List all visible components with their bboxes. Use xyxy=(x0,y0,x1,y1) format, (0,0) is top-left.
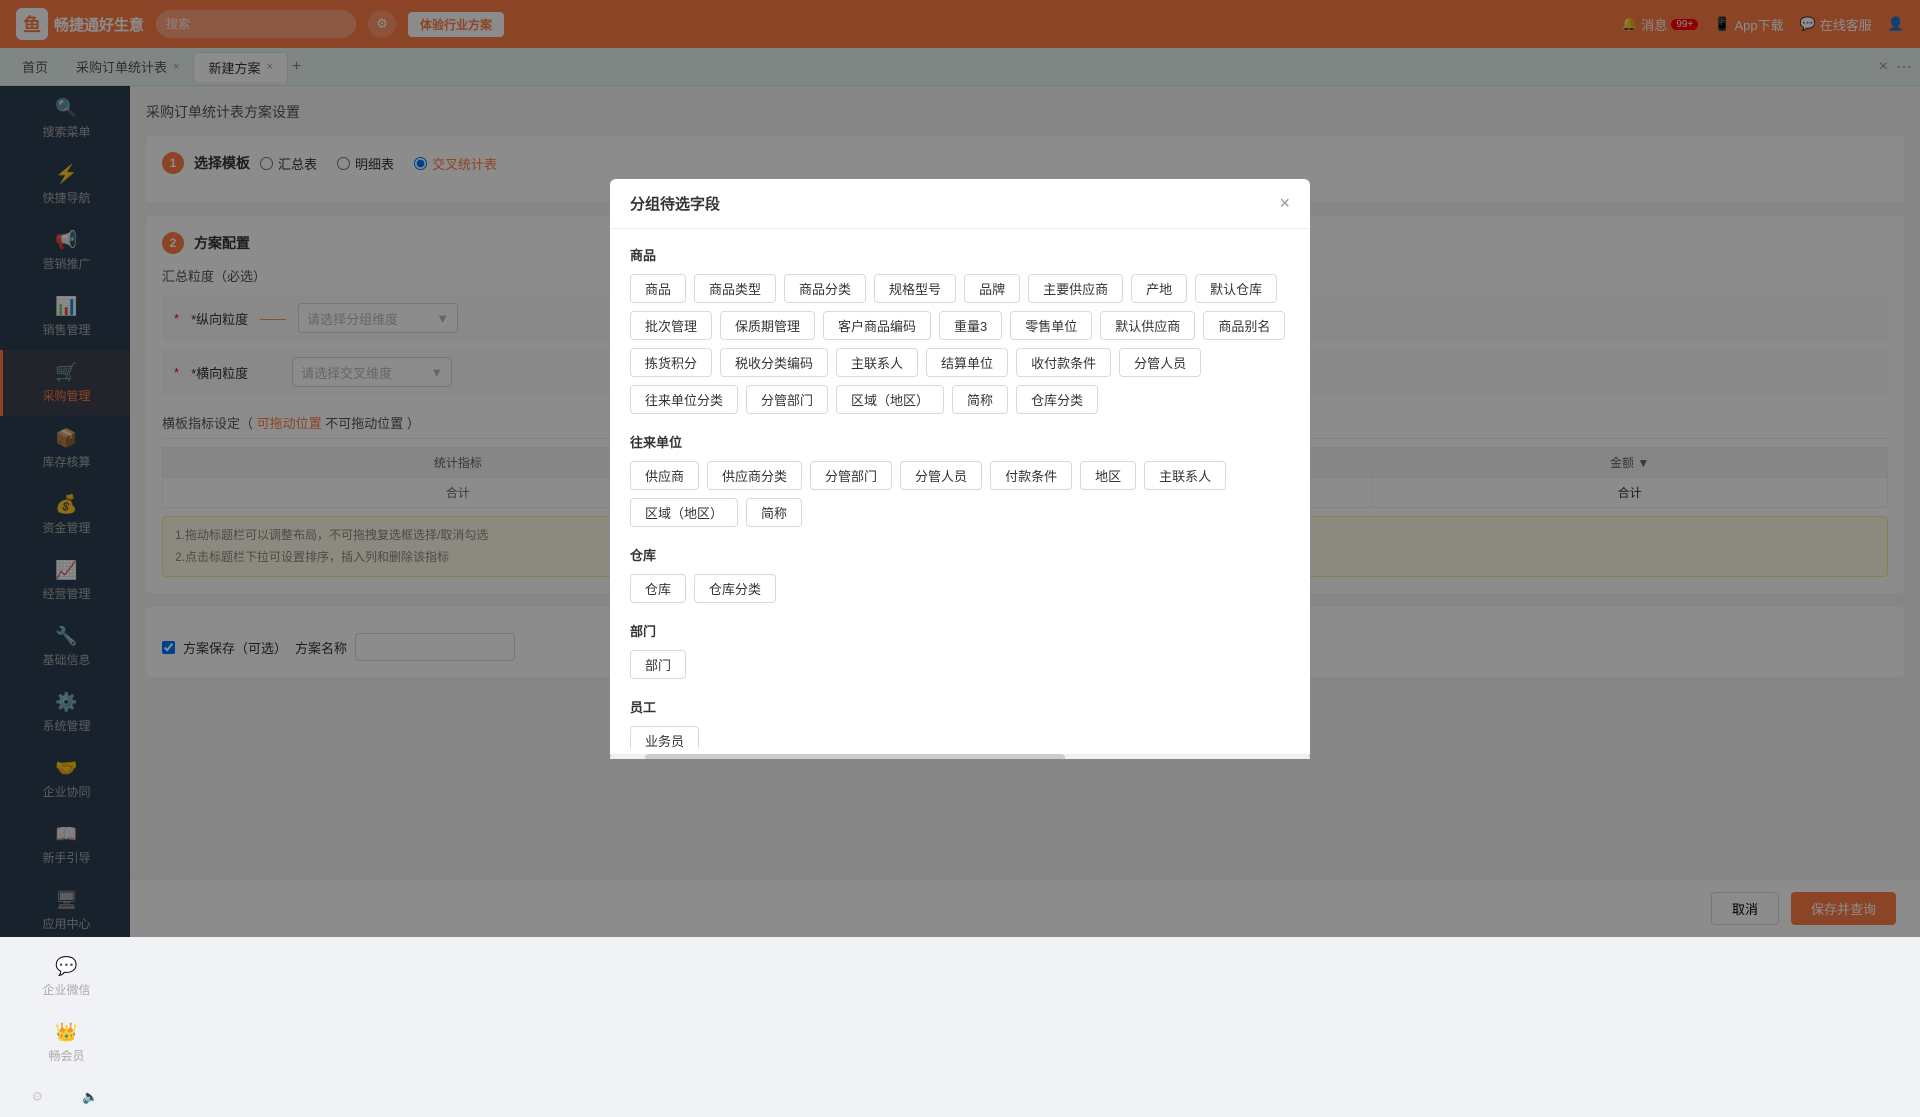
sidebar-label-vip: 畅会员 xyxy=(48,1047,84,1064)
tag-spec-model[interactable]: 规格型号 xyxy=(874,274,956,303)
tag-main-contact[interactable]: 主联系人 xyxy=(836,348,918,377)
tag-area-partner[interactable]: 区域（地区） xyxy=(630,498,738,527)
tag-pick-score[interactable]: 拣货积分 xyxy=(630,348,712,377)
tag-default-supplier[interactable]: 默认供应商 xyxy=(1100,311,1195,340)
field-section-warehouse: 仓库 仓库 仓库分类 xyxy=(630,545,1290,603)
product-tags: 商品 商品类型 商品分类 规格型号 品牌 主要供应商 产地 默认仓库 批次管理 … xyxy=(630,274,1290,414)
modal-overlay: 分组待选字段 × 商品 商品 商品类型 商品分类 规格型号 品牌 主要供应商 产… xyxy=(0,0,1920,937)
field-section-product: 商品 商品 商品类型 商品分类 规格型号 品牌 主要供应商 产地 默认仓库 批次… xyxy=(630,245,1290,414)
tag-warehouse-cat[interactable]: 仓库分类 xyxy=(694,574,776,603)
modal-body: 商品 商品 商品类型 商品分类 规格型号 品牌 主要供应商 产地 默认仓库 批次… xyxy=(610,229,1310,748)
vip-icon: 👑 xyxy=(55,1022,77,1043)
field-section-partner: 往来单位 供应商 供应商分类 分管部门 分管人员 付款条件 地区 主联系人 区域… xyxy=(630,432,1290,527)
employee-tags: 业务员 xyxy=(630,726,1290,748)
sidebar-item-vip[interactable]: 👑 畅会员 xyxy=(0,1010,130,1076)
tag-shelf-life[interactable]: 保质期管理 xyxy=(720,311,815,340)
tag-warehouse[interactable]: 仓库 xyxy=(630,574,686,603)
tag-product[interactable]: 商品 xyxy=(630,274,686,303)
tag-region-product[interactable]: 区域（地区） xyxy=(836,385,944,414)
tag-product-category[interactable]: 商品分类 xyxy=(784,274,866,303)
modal-hscrollbar[interactable] xyxy=(610,754,1310,759)
sidebar-settings-icon[interactable]: ⚙ xyxy=(32,1089,44,1105)
tag-origin[interactable]: 产地 xyxy=(1131,274,1187,303)
tag-supplier[interactable]: 供应商 xyxy=(630,461,699,490)
modal-close-btn[interactable]: × xyxy=(1279,193,1290,214)
section-title-warehouse: 仓库 xyxy=(630,545,1290,564)
section-title-partner: 往来单位 xyxy=(630,432,1290,451)
tag-warehouse-category[interactable]: 仓库分类 xyxy=(1016,385,1098,414)
tag-default-warehouse[interactable]: 默认仓库 xyxy=(1195,274,1277,303)
tag-short-name-product[interactable]: 简称 xyxy=(952,385,1008,414)
modal-dialog: 分组待选字段 × 商品 商品 商品类型 商品分类 规格型号 品牌 主要供应商 产… xyxy=(610,179,1310,759)
tag-settlement-unit[interactable]: 结算单位 xyxy=(926,348,1008,377)
sidebar-label-wechat: 企业微信 xyxy=(42,981,90,998)
modal-title: 分组待选字段 xyxy=(630,193,720,214)
tag-contact-partner[interactable]: 主联系人 xyxy=(1144,461,1226,490)
modal-scrollbar-area xyxy=(610,748,1310,759)
tag-dept-managed[interactable]: 分管部门 xyxy=(746,385,828,414)
tag-manager[interactable]: 分管人员 xyxy=(1119,348,1201,377)
modal-header: 分组待选字段 × xyxy=(610,179,1310,229)
tag-partner-category[interactable]: 往来单位分类 xyxy=(630,385,738,414)
tag-manager-partner[interactable]: 分管人员 xyxy=(900,461,982,490)
tag-salesperson[interactable]: 业务员 xyxy=(630,726,699,748)
tag-weight3[interactable]: 重量3 xyxy=(939,311,1002,340)
tag-payment-terms-partner[interactable]: 付款条件 xyxy=(990,461,1072,490)
section-title-employee: 员工 xyxy=(630,697,1290,716)
tag-retail-unit[interactable]: 零售单位 xyxy=(1010,311,1092,340)
field-section-dept: 部门 部门 xyxy=(630,621,1290,679)
tag-supplier-category[interactable]: 供应商分类 xyxy=(707,461,802,490)
tag-short-name-partner[interactable]: 简称 xyxy=(746,498,802,527)
dept-tags: 部门 xyxy=(630,650,1290,679)
tag-dept[interactable]: 部门 xyxy=(630,650,686,679)
sidebar-bottom: ⚙ 🔈 xyxy=(0,1076,130,1117)
tag-payment-terms[interactable]: 收付款条件 xyxy=(1016,348,1111,377)
tag-product-alias[interactable]: 商品别名 xyxy=(1203,311,1285,340)
sidebar-item-enterprise-wechat[interactable]: 💬 企业微信 xyxy=(0,944,130,1010)
section-title-product: 商品 xyxy=(630,245,1290,264)
tag-tax-code[interactable]: 税收分类编码 xyxy=(720,348,828,377)
tag-brand[interactable]: 品牌 xyxy=(964,274,1020,303)
tag-region-partner[interactable]: 地区 xyxy=(1080,461,1136,490)
tag-dept-partner[interactable]: 分管部门 xyxy=(810,461,892,490)
warehouse-tags: 仓库 仓库分类 xyxy=(630,574,1290,603)
sidebar-sound-icon[interactable]: 🔈 xyxy=(82,1089,98,1105)
tag-product-type[interactable]: 商品类型 xyxy=(694,274,776,303)
modal-hscrollbar-thumb[interactable] xyxy=(645,754,1065,759)
tag-main-supplier[interactable]: 主要供应商 xyxy=(1028,274,1123,303)
partner-tags: 供应商 供应商分类 分管部门 分管人员 付款条件 地区 主联系人 区域（地区） … xyxy=(630,461,1290,527)
tag-customer-code[interactable]: 客户商品编码 xyxy=(823,311,931,340)
wechat-icon: 💬 xyxy=(55,956,77,977)
section-title-dept: 部门 xyxy=(630,621,1290,640)
field-section-employee: 员工 业务员 xyxy=(630,697,1290,748)
tag-batch-mgmt[interactable]: 批次管理 xyxy=(630,311,712,340)
